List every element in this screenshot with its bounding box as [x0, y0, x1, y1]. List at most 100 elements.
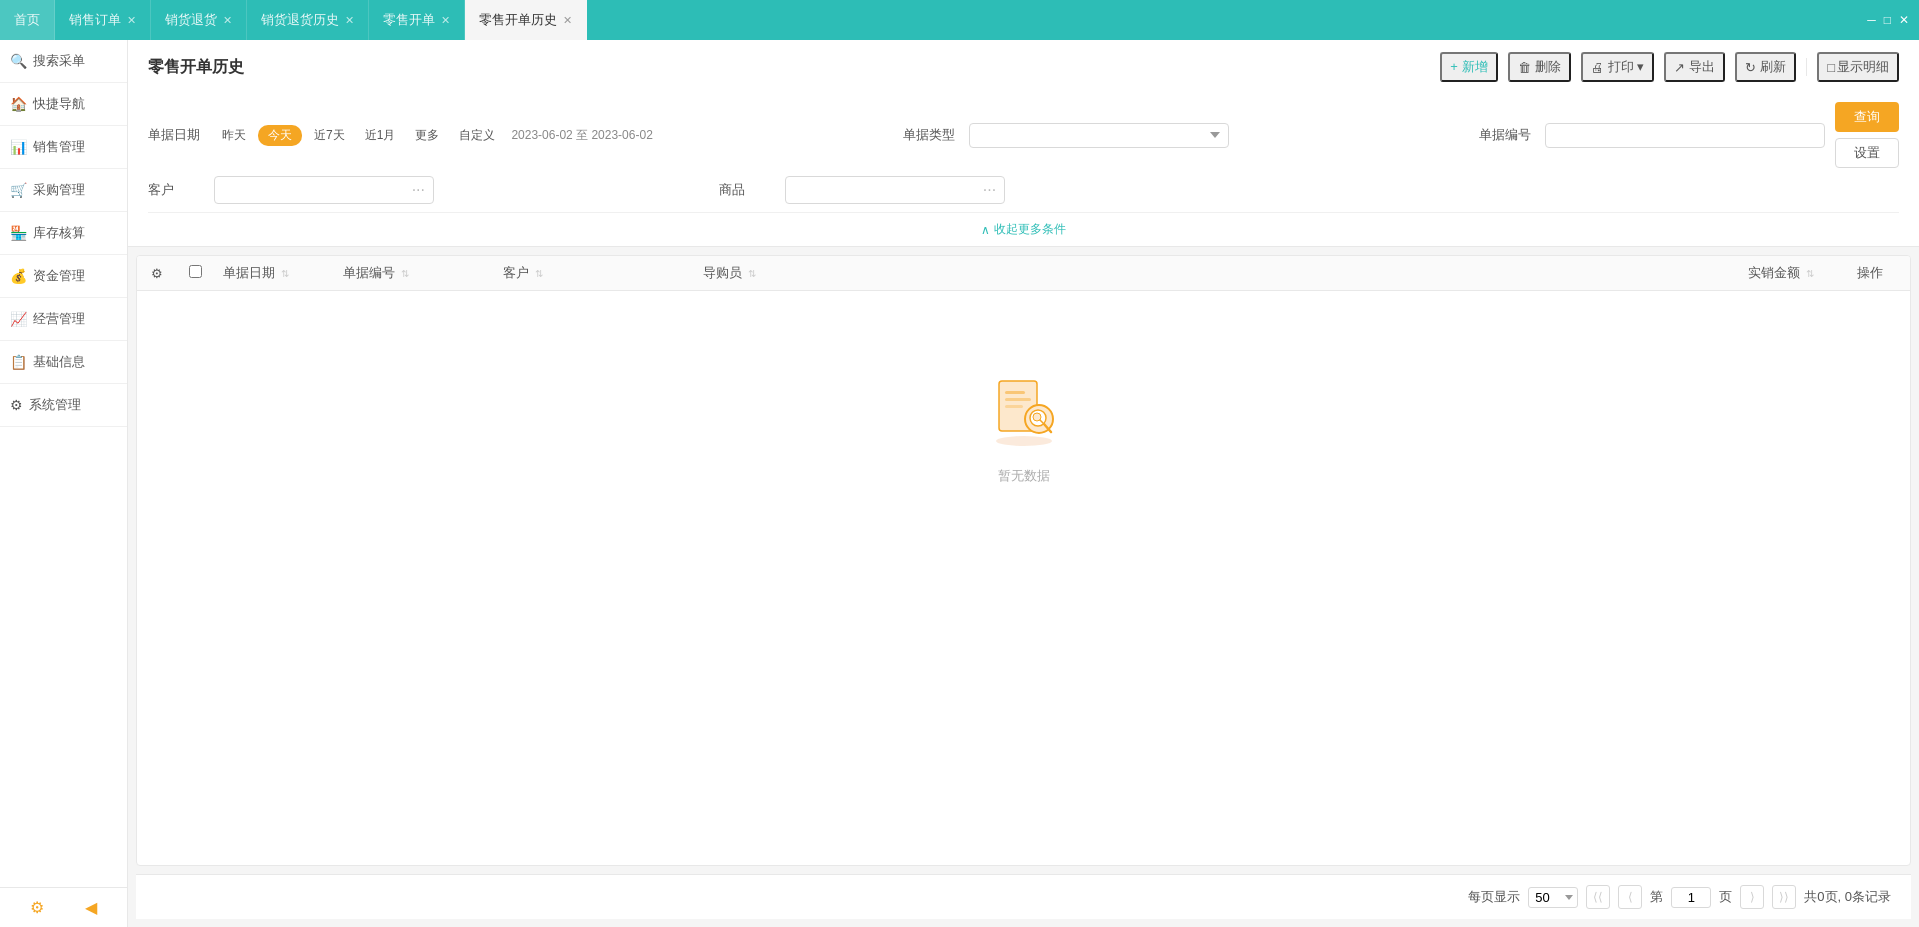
tab-sales-return[interactable]: 销货退货 ✕ [151, 0, 247, 40]
date-opt-1month[interactable]: 近1月 [357, 125, 404, 146]
select-all-checkbox[interactable] [189, 265, 202, 278]
sidebar-item-purchase[interactable]: 🛒 采购管理 [0, 169, 127, 212]
sidebar: 🔍 搜索采单 🏠 快捷导航 📊 销售管理 🛒 采购管理 🏪 库存核算 💰 资金管… [0, 40, 128, 927]
print-icon: 🖨 [1591, 60, 1604, 75]
doc-no-input[interactable] [1545, 123, 1825, 148]
th-guide-sort-icon: ⇅ [748, 268, 756, 279]
window-maximize[interactable]: □ [1884, 13, 1891, 27]
th-customer[interactable]: 客户 ⇅ [493, 256, 693, 291]
sidebar-item-quicknav-label: 快捷导航 [33, 95, 85, 113]
doc-type-label: 单据类型 [903, 126, 959, 144]
page-word-before: 第 [1650, 888, 1663, 906]
th-docno-label: 单据编号 [343, 265, 395, 280]
page-size-select[interactable]: 10 20 50 100 [1528, 887, 1578, 908]
sidebar-item-operation[interactable]: 📈 经营管理 [0, 298, 127, 341]
settings-filter-button[interactable]: 设置 [1835, 138, 1899, 168]
content-area: 零售开单历史 + 新增 🗑 🗑 删除 删除 🖨 打印 ▾ ↗ 导出 [128, 40, 1919, 927]
delete-button[interactable]: 🗑 🗑 删除 删除 [1508, 52, 1571, 82]
sidebar-item-inventory[interactable]: 🏪 库存核算 [0, 212, 127, 255]
next-page-button[interactable]: ⟩ [1740, 885, 1764, 909]
table-header: ⚙ 单据日期 ⇅ 单据编号 ⇅ [137, 256, 1910, 291]
sidebar-item-basic-info-label: 基础信息 [33, 353, 85, 371]
goods-input-wrapper[interactable]: ··· [785, 176, 1005, 204]
tab-retail-open-history[interactable]: 零售开单历史 ✕ [465, 0, 587, 40]
table-wrapper: ⚙ 单据日期 ⇅ 单据编号 ⇅ [136, 255, 1911, 866]
tab-retail-open-close[interactable]: ✕ [441, 14, 450, 27]
print-button[interactable]: 🖨 打印 ▾ [1581, 52, 1655, 82]
goods-input[interactable] [794, 183, 983, 198]
th-settings[interactable]: ⚙ [137, 256, 177, 291]
sidebar-item-basic-info[interactable]: 📋 基础信息 [0, 341, 127, 384]
date-opt-more[interactable]: 更多 [407, 125, 447, 146]
svg-rect-2 [1005, 391, 1025, 394]
date-opt-custom[interactable]: 自定义 [451, 125, 503, 146]
th-checkbox [177, 256, 213, 291]
date-opt-today[interactable]: 今天 [258, 125, 302, 146]
customer-input[interactable] [223, 183, 412, 198]
page-size-label: 每页显示 [1468, 888, 1520, 906]
delete-icon: 🗑 [1518, 60, 1531, 75]
empty-state: 暂无数据 [137, 291, 1910, 565]
sidebar-item-system[interactable]: ⚙ 系统管理 [0, 384, 127, 427]
filter-row-1: 单据日期 昨天 今天 近7天 近1月 更多 自定义 2023-06-02 至 2… [148, 102, 1899, 168]
filter-row-2: 客户 ··· 商品 ··· [148, 176, 1899, 204]
th-amount[interactable]: 实销金额 ⇅ [1710, 256, 1830, 291]
th-action-label: 操作 [1857, 265, 1883, 280]
tab-sales-return-history[interactable]: 销货退货历史 ✕ [247, 0, 369, 40]
toolbar-divider [1806, 58, 1807, 76]
tab-sales-return-history-close[interactable]: ✕ [345, 14, 354, 27]
display-cols-icon: □ [1827, 60, 1835, 75]
th-docno[interactable]: 单据编号 ⇅ [333, 256, 493, 291]
th-action: 操作 [1830, 256, 1910, 291]
tab-home[interactable]: 首页 [0, 0, 55, 40]
sidebar-item-finance[interactable]: 💰 资金管理 [0, 255, 127, 298]
table-body: 暂无数据 [137, 291, 1910, 566]
window-minimize[interactable]: ─ [1867, 13, 1876, 27]
sidebar-settings-icon[interactable]: ⚙ [30, 898, 44, 917]
customer-input-wrapper[interactable]: ··· [214, 176, 434, 204]
page-header: 零售开单历史 + 新增 🗑 🗑 删除 删除 🖨 打印 ▾ ↗ 导出 [128, 40, 1919, 247]
page-number-input[interactable]: 1 [1671, 887, 1711, 908]
date-filter-label: 单据日期 [148, 126, 204, 144]
sidebar-collapse-icon[interactable]: ◀ [85, 898, 97, 917]
window-close[interactable]: ✕ [1899, 13, 1909, 27]
tab-retail-open-history-close[interactable]: ✕ [563, 14, 572, 27]
prev-page-button[interactable]: ⟨ [1618, 885, 1642, 909]
empty-illustration [984, 371, 1064, 451]
date-opt-7days[interactable]: 近7天 [306, 125, 353, 146]
refresh-button[interactable]: ↻ 刷新 [1735, 52, 1796, 82]
export-button[interactable]: ↗ 导出 [1664, 52, 1725, 82]
tab-sales-order[interactable]: 销售订单 ✕ [55, 0, 151, 40]
collapse-button[interactable]: ∧ 收起更多条件 [148, 217, 1899, 242]
empty-text: 暂无数据 [998, 467, 1050, 485]
tab-sales-order-close[interactable]: ✕ [127, 14, 136, 27]
tab-sales-return-close[interactable]: ✕ [223, 14, 232, 27]
date-options: 昨天 今天 近7天 近1月 更多 自定义 2023-06-02 至 2023-0… [214, 125, 653, 146]
sidebar-item-quicknav[interactable]: 🏠 快捷导航 [0, 83, 127, 126]
window-controls: ─ □ ✕ [1857, 13, 1919, 27]
customer-ellipsis-icon[interactable]: ··· [412, 181, 425, 199]
date-opt-yesterday[interactable]: 昨天 [214, 125, 254, 146]
sidebar-item-operation-label: 经营管理 [33, 310, 85, 328]
filter-area: 单据日期 昨天 今天 近7天 近1月 更多 自定义 2023-06-02 至 2… [148, 92, 1899, 246]
table-settings-icon[interactable]: ⚙ [151, 266, 163, 281]
goods-ellipsis-icon[interactable]: ··· [983, 181, 996, 199]
first-page-button[interactable]: ⟨⟨ [1586, 885, 1610, 909]
add-button[interactable]: + 新增 [1440, 52, 1497, 82]
sidebar-item-search-label: 搜索采单 [33, 52, 85, 70]
sidebar-item-sales[interactable]: 📊 销售管理 [0, 126, 127, 169]
sidebar-item-search[interactable]: 🔍 搜索采单 [0, 40, 127, 83]
doc-type-select[interactable] [969, 123, 1229, 148]
collapse-arrow-icon: ∧ [981, 223, 990, 237]
top-nav-bar: 首页 销售订单 ✕ 销货退货 ✕ 销货退货历史 ✕ 零售开单 ✕ 零售开单历史 … [0, 0, 1919, 40]
query-button[interactable]: 查询 [1835, 102, 1899, 132]
th-spacer [813, 256, 1710, 291]
sidebar-item-finance-label: 资金管理 [33, 267, 85, 285]
display-cols-button[interactable]: □ 显示明细 [1817, 52, 1899, 82]
th-guide[interactable]: 导购员 ⇅ [693, 256, 813, 291]
svg-point-0 [996, 436, 1052, 446]
export-icon: ↗ [1674, 60, 1685, 75]
tab-retail-open[interactable]: 零售开单 ✕ [369, 0, 465, 40]
last-page-button[interactable]: ⟩⟩ [1772, 885, 1796, 909]
th-date[interactable]: 单据日期 ⇅ [213, 256, 333, 291]
